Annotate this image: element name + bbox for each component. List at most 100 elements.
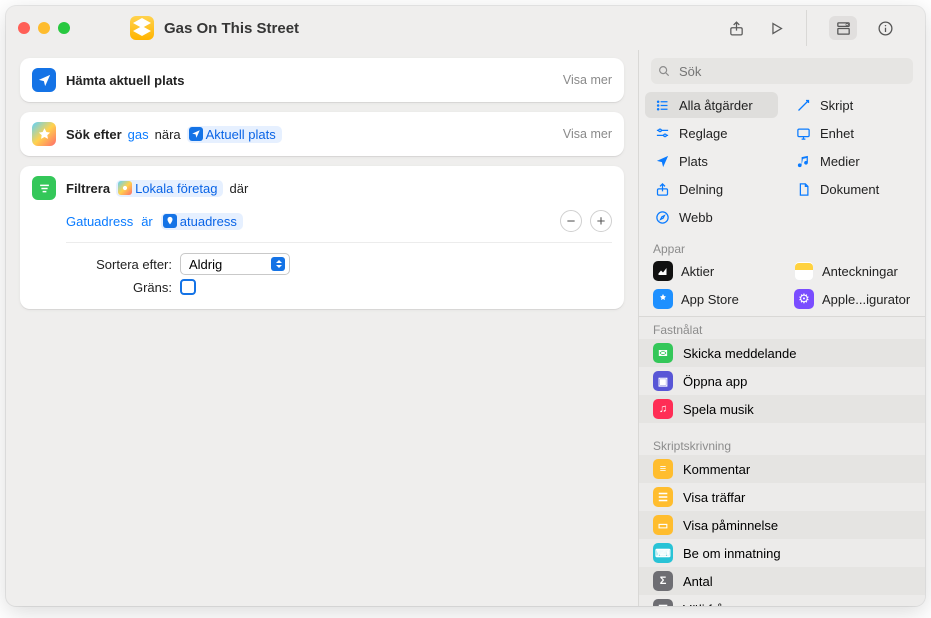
safari-icon bbox=[653, 210, 671, 225]
action-search-nearby[interactable]: Sök efter gas nära Aktuell plats Visa me… bbox=[20, 112, 624, 156]
window-controls bbox=[18, 22, 70, 34]
action-label: Skicka meddelande bbox=[683, 346, 796, 361]
action-title: Hämta aktuell plats bbox=[66, 73, 185, 88]
token-label: atuadress bbox=[180, 214, 237, 229]
app-item-configurator[interactable]: ⚙︎ Apple...igurator bbox=[786, 286, 919, 312]
action-label: Spela musik bbox=[683, 402, 754, 417]
location-pin-icon bbox=[163, 214, 177, 228]
action-label: Kommentar bbox=[683, 462, 750, 477]
app-item-stocks[interactable]: Aktier bbox=[645, 258, 778, 284]
run-button[interactable] bbox=[762, 16, 790, 40]
location-arrow-icon bbox=[653, 154, 671, 169]
info-tab-button[interactable] bbox=[871, 16, 899, 40]
app-label: Aktier bbox=[681, 264, 714, 279]
filter-icon bbox=[32, 176, 56, 200]
library-tab-button[interactable] bbox=[829, 16, 857, 40]
minimize-window-button[interactable] bbox=[38, 22, 50, 34]
filter-value-token[interactable]: atuadress bbox=[161, 213, 243, 230]
category-documents[interactable]: Dokument bbox=[786, 176, 919, 202]
category-sharing[interactable]: Delning bbox=[645, 176, 778, 202]
action-title: Sök efter bbox=[66, 127, 122, 142]
select-value: Aldrig bbox=[189, 257, 222, 272]
category-label: Medier bbox=[820, 154, 860, 169]
sort-by-select[interactable]: Aldrig bbox=[180, 253, 290, 275]
filter-condition-row: Gatuadress är atuadress − + bbox=[66, 210, 612, 232]
conjunction: där bbox=[229, 181, 248, 196]
action-item-ask-input[interactable]: ⌨︎Be om inmatning bbox=[639, 539, 925, 567]
action-item-choose-menu[interactable]: ☰Välj från meny bbox=[639, 595, 925, 606]
category-controls[interactable]: Reglage bbox=[645, 120, 778, 146]
appstore-icon bbox=[653, 289, 673, 309]
action-label: Visa träffar bbox=[683, 490, 745, 505]
sort-by-label: Sortera efter: bbox=[66, 257, 172, 272]
share-icon bbox=[653, 182, 671, 197]
music-icon: ♫ bbox=[653, 399, 673, 419]
limit-checkbox[interactable] bbox=[180, 279, 196, 295]
configurator-icon: ⚙︎ bbox=[794, 289, 814, 309]
category-all-actions[interactable]: Alla åtgärder bbox=[645, 92, 778, 118]
category-label: Enhet bbox=[820, 126, 854, 141]
shortcuts-window: Gas On This Street bbox=[6, 6, 925, 606]
apps-section-header: Appar bbox=[639, 236, 925, 258]
location-arrow-icon bbox=[32, 68, 56, 92]
action-label: Öppna app bbox=[683, 374, 747, 389]
pinned-section-header: Fastnålat bbox=[639, 317, 925, 339]
action-item-send-message[interactable]: ✉︎Skicka meddelande bbox=[639, 339, 925, 367]
search-icon bbox=[657, 64, 671, 78]
titlebar: Gas On This Street bbox=[6, 6, 925, 50]
notes-icon bbox=[794, 261, 814, 281]
remove-filter-button[interactable]: − bbox=[560, 210, 582, 232]
action-item-show-alert[interactable]: ▭Visa påminnelse bbox=[639, 511, 925, 539]
filter-field-token[interactable]: Gatuadress bbox=[66, 214, 133, 229]
category-media[interactable]: Medier bbox=[786, 148, 919, 174]
wand-icon bbox=[794, 98, 812, 113]
app-item-notes[interactable]: Anteckningar bbox=[786, 258, 919, 284]
scripting-section-header: Skriptskrivning bbox=[639, 433, 925, 455]
document-icon bbox=[794, 182, 812, 197]
zoom-window-button[interactable] bbox=[58, 22, 70, 34]
category-grid: Alla åtgärder Skript Reglage Enhet Plats bbox=[639, 92, 925, 236]
app-label: Anteckningar bbox=[822, 264, 898, 279]
category-location[interactable]: Plats bbox=[645, 148, 778, 174]
token-label: Lokala företag bbox=[135, 181, 217, 196]
businesses-variable-token[interactable]: Lokala företag bbox=[116, 180, 223, 197]
desktop-icon bbox=[794, 126, 812, 141]
location-variable-token[interactable]: Aktuell plats bbox=[187, 126, 282, 143]
category-scripting[interactable]: Skript bbox=[786, 92, 919, 118]
category-device[interactable]: Enhet bbox=[786, 120, 919, 146]
show-more-button[interactable]: Visa mer bbox=[563, 73, 612, 87]
search-input[interactable] bbox=[651, 58, 913, 84]
app-item-appstore[interactable]: App Store bbox=[645, 286, 778, 312]
action-item-count[interactable]: ΣAntal bbox=[639, 567, 925, 595]
filter-operator-token[interactable]: är bbox=[141, 214, 153, 229]
app-label: App Store bbox=[681, 292, 739, 307]
stocks-icon bbox=[653, 261, 673, 281]
action-filter[interactable]: Filtrera Lokala företag där Gatuadress bbox=[20, 166, 624, 309]
actions-list-panel: Fastnålat ✉︎Skicka meddelande ▣Öppna app… bbox=[639, 316, 925, 606]
show-more-button[interactable]: Visa mer bbox=[563, 127, 612, 141]
close-window-button[interactable] bbox=[18, 22, 30, 34]
action-item-show-result[interactable]: ☰Visa träffar bbox=[639, 483, 925, 511]
add-filter-button[interactable]: + bbox=[590, 210, 612, 232]
category-label: Plats bbox=[679, 154, 708, 169]
action-title: Filtrera bbox=[66, 181, 110, 196]
action-item-play-music[interactable]: ♫ Spela musik bbox=[639, 395, 925, 423]
action-library-sidebar: Alla åtgärder Skript Reglage Enhet Plats bbox=[638, 50, 925, 606]
music-note-icon bbox=[794, 154, 812, 169]
maps-icon bbox=[32, 122, 56, 146]
category-label: Alla åtgärder bbox=[679, 98, 753, 113]
category-label: Delning bbox=[679, 182, 723, 197]
window-title: Gas On This Street bbox=[164, 20, 299, 37]
action-get-current-location[interactable]: Hämta aktuell plats Visa mer bbox=[20, 58, 624, 102]
action-item-open-app[interactable]: ▣Öppna app bbox=[639, 367, 925, 395]
category-label: Dokument bbox=[820, 182, 879, 197]
share-button[interactable] bbox=[722, 16, 750, 40]
action-label: Välj från meny bbox=[683, 602, 766, 607]
comment-icon: ≡ bbox=[653, 459, 673, 479]
action-item-comment[interactable]: ≡ Kommentar bbox=[639, 455, 925, 483]
category-web[interactable]: Webb bbox=[645, 204, 778, 230]
app-label: Apple...igurator bbox=[822, 292, 910, 307]
apps-grid: Aktier Anteckningar App Store ⚙︎ Apple..… bbox=[639, 258, 925, 312]
limit-label: Gräns: bbox=[66, 280, 172, 295]
search-term-token[interactable]: gas bbox=[128, 127, 149, 142]
